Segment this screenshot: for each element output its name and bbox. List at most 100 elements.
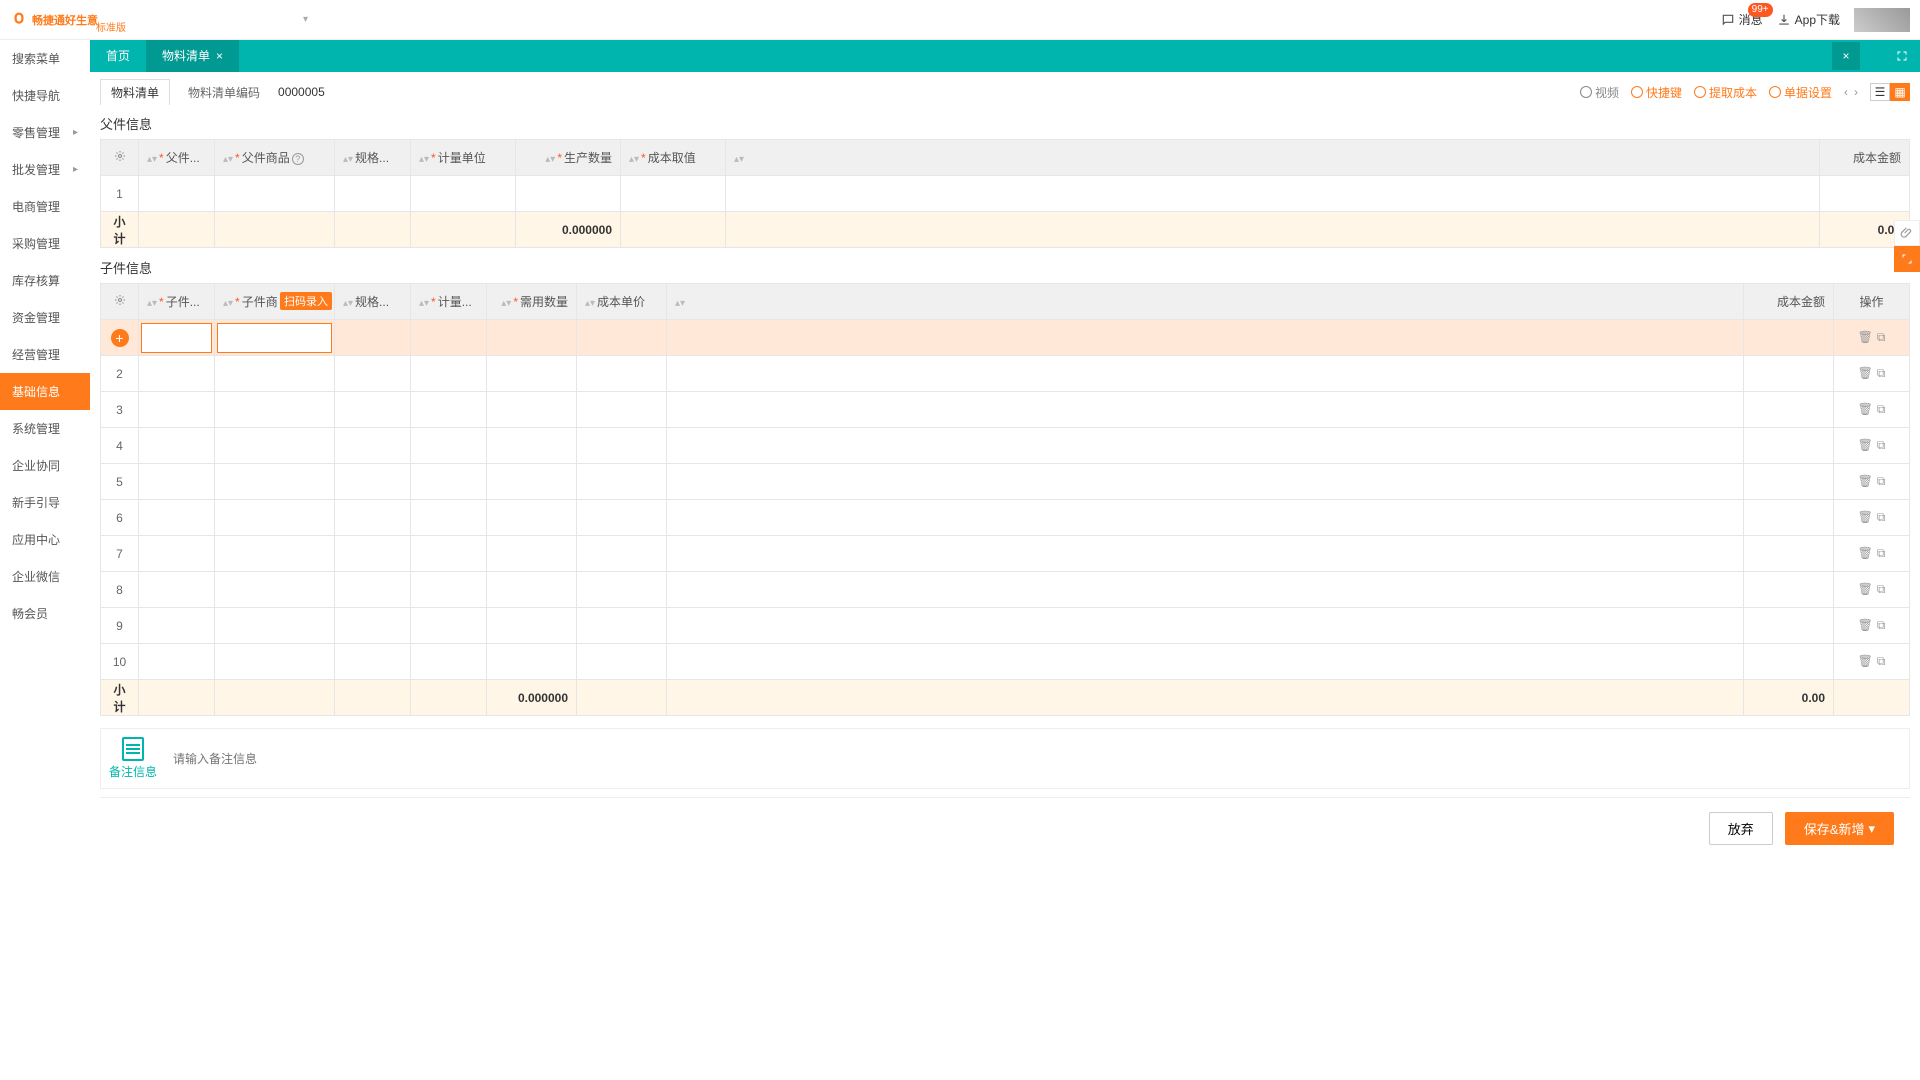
sort-icon: ▴▾: [343, 157, 353, 162]
copy-row-button[interactable]: ⧉: [1877, 330, 1886, 344]
attachment-button[interactable]: [1894, 220, 1920, 246]
help-icon[interactable]: ?: [292, 153, 304, 165]
prev-record-button[interactable]: [1844, 85, 1848, 99]
org-dropdown[interactable]: [166, 8, 316, 32]
col-unit[interactable]: ▴▾*计量单位: [411, 140, 516, 176]
app-download-button[interactable]: App下载: [1777, 11, 1840, 28]
sidebar-item[interactable]: 批发管理: [0, 151, 90, 188]
copy-row-button[interactable]: ⧉: [1877, 582, 1886, 596]
col-cost-amount[interactable]: 成本金额: [1820, 140, 1910, 176]
table-row[interactable]: 10🗑⧉: [101, 644, 1910, 680]
table-row[interactable]: 1: [101, 176, 1910, 212]
fullscreen-button[interactable]: [1888, 42, 1916, 70]
next-record-button[interactable]: [1854, 85, 1858, 99]
sort-icon: ▴▾: [734, 157, 744, 162]
col-parent-sku[interactable]: ▴▾*父件...: [139, 140, 215, 176]
doc-settings-link[interactable]: 单据设置: [1769, 84, 1832, 101]
table-row[interactable]: 6🗑⧉: [101, 500, 1910, 536]
delete-row-button[interactable]: 🗑: [1858, 330, 1873, 344]
expand-panel-button[interactable]: [1894, 246, 1920, 272]
sidebar-item[interactable]: 畅会员: [0, 595, 90, 632]
sidebar-item[interactable]: 企业协同: [0, 447, 90, 484]
video-link[interactable]: 视频: [1580, 84, 1619, 101]
delete-row-button[interactable]: 🗑: [1858, 654, 1873, 668]
sidebar-item[interactable]: 采购管理: [0, 225, 90, 262]
discard-button[interactable]: 放弃: [1709, 812, 1773, 845]
table-row[interactable]: + 🗑 ⧉: [101, 320, 1910, 356]
col-child-product[interactable]: ▴▾*子件商扫码录入: [215, 284, 335, 320]
avatar[interactable]: [1854, 8, 1910, 32]
sidebar-item[interactable]: 系统管理: [0, 410, 90, 447]
sidebar-item[interactable]: 资金管理: [0, 299, 90, 336]
copy-row-button[interactable]: ⧉: [1877, 510, 1886, 524]
tab-home[interactable]: 首页: [90, 40, 146, 72]
sidebar-item[interactable]: 新手引导: [0, 484, 90, 521]
col-spec[interactable]: ▴▾规格...: [335, 140, 411, 176]
sidebar-item[interactable]: 企业微信: [0, 558, 90, 595]
extract-cost-link[interactable]: 提取成本: [1694, 84, 1757, 101]
col-need-qty[interactable]: ▴▾*需用数量: [487, 284, 577, 320]
view-list-button[interactable]: ☰: [1870, 83, 1890, 101]
column-settings-button[interactable]: [101, 140, 139, 176]
sidebar-item[interactable]: 库存核算: [0, 262, 90, 299]
subtotal-amount: 0.00: [1744, 680, 1834, 716]
copy-row-button[interactable]: ⧉: [1877, 402, 1886, 416]
messages-button[interactable]: 消息 99+: [1721, 11, 1763, 28]
delete-row-button[interactable]: 🗑: [1858, 366, 1873, 380]
table-row[interactable]: 5🗑⧉: [101, 464, 1910, 500]
tab-bom[interactable]: 物料清单: [146, 40, 239, 72]
table-row[interactable]: 4🗑⧉: [101, 428, 1910, 464]
delete-row-button[interactable]: 🗑: [1858, 618, 1873, 632]
col-child-sku[interactable]: ▴▾*子件...: [139, 284, 215, 320]
remark-input[interactable]: [173, 752, 1901, 766]
col-unit[interactable]: ▴▾*计量...: [411, 284, 487, 320]
footer-actions: 放弃 保存&新增 ▾: [100, 797, 1910, 859]
col-qty[interactable]: ▴▾*生产数量: [516, 140, 621, 176]
sidebar-item[interactable]: 基础信息: [0, 373, 90, 410]
record-nav: [1844, 85, 1858, 99]
caret-right-icon: [73, 164, 78, 175]
delete-row-button[interactable]: 🗑: [1858, 438, 1873, 452]
play-icon: [1580, 86, 1592, 98]
column-settings-button[interactable]: [101, 284, 139, 320]
top-header: 畅捷通好生意 标准版 消息 99+ App下载: [0, 0, 1920, 40]
shortcut-link[interactable]: 快捷键: [1631, 84, 1682, 101]
col-cost-amount[interactable]: 成本金额: [1744, 284, 1834, 320]
copy-row-button[interactable]: ⧉: [1877, 366, 1886, 380]
sub-tab-bom[interactable]: 物料清单: [100, 79, 170, 105]
child-sku-input[interactable]: [141, 323, 212, 353]
view-form-button[interactable]: ▦: [1890, 83, 1910, 101]
add-row-button[interactable]: +: [111, 329, 129, 347]
delete-row-button[interactable]: 🗑: [1858, 510, 1873, 524]
child-product-input[interactable]: [217, 323, 332, 353]
copy-row-button[interactable]: ⧉: [1877, 546, 1886, 560]
col-unit-cost[interactable]: ▴▾成本单价: [577, 284, 667, 320]
sidebar-item[interactable]: 搜索菜单: [0, 40, 90, 77]
table-row[interactable]: 2🗑⧉: [101, 356, 1910, 392]
scan-input-tag[interactable]: 扫码录入: [280, 292, 332, 310]
delete-row-button[interactable]: 🗑: [1858, 474, 1873, 488]
delete-row-button[interactable]: 🗑: [1858, 402, 1873, 416]
table-row[interactable]: 8🗑⧉: [101, 572, 1910, 608]
sidebar-item[interactable]: 经营管理: [0, 336, 90, 373]
copy-row-button[interactable]: ⧉: [1877, 474, 1886, 488]
table-row[interactable]: 7🗑⧉: [101, 536, 1910, 572]
col-parent-product[interactable]: ▴▾*父件商品?: [215, 140, 335, 176]
delete-row-button[interactable]: 🗑: [1858, 582, 1873, 596]
table-row[interactable]: 9🗑⧉: [101, 608, 1910, 644]
parent-section-title: 父件信息: [100, 114, 1910, 133]
delete-row-button[interactable]: 🗑: [1858, 546, 1873, 560]
copy-row-button[interactable]: ⧉: [1877, 618, 1886, 632]
table-row[interactable]: 3🗑⧉: [101, 392, 1910, 428]
sidebar-item[interactable]: 电商管理: [0, 188, 90, 225]
copy-row-button[interactable]: ⧉: [1877, 654, 1886, 668]
close-icon[interactable]: [216, 40, 223, 72]
col-cost-fetch[interactable]: ▴▾*成本取值: [621, 140, 726, 176]
sidebar-item[interactable]: 零售管理: [0, 114, 90, 151]
sidebar-item[interactable]: 应用中心: [0, 521, 90, 558]
col-spec[interactable]: ▴▾规格...: [335, 284, 411, 320]
save-and-new-button[interactable]: 保存&新增 ▾: [1785, 812, 1894, 845]
copy-row-button[interactable]: ⧉: [1877, 438, 1886, 452]
sidebar-item[interactable]: 快捷导航: [0, 77, 90, 114]
tabbar-close-button[interactable]: [1832, 42, 1860, 70]
